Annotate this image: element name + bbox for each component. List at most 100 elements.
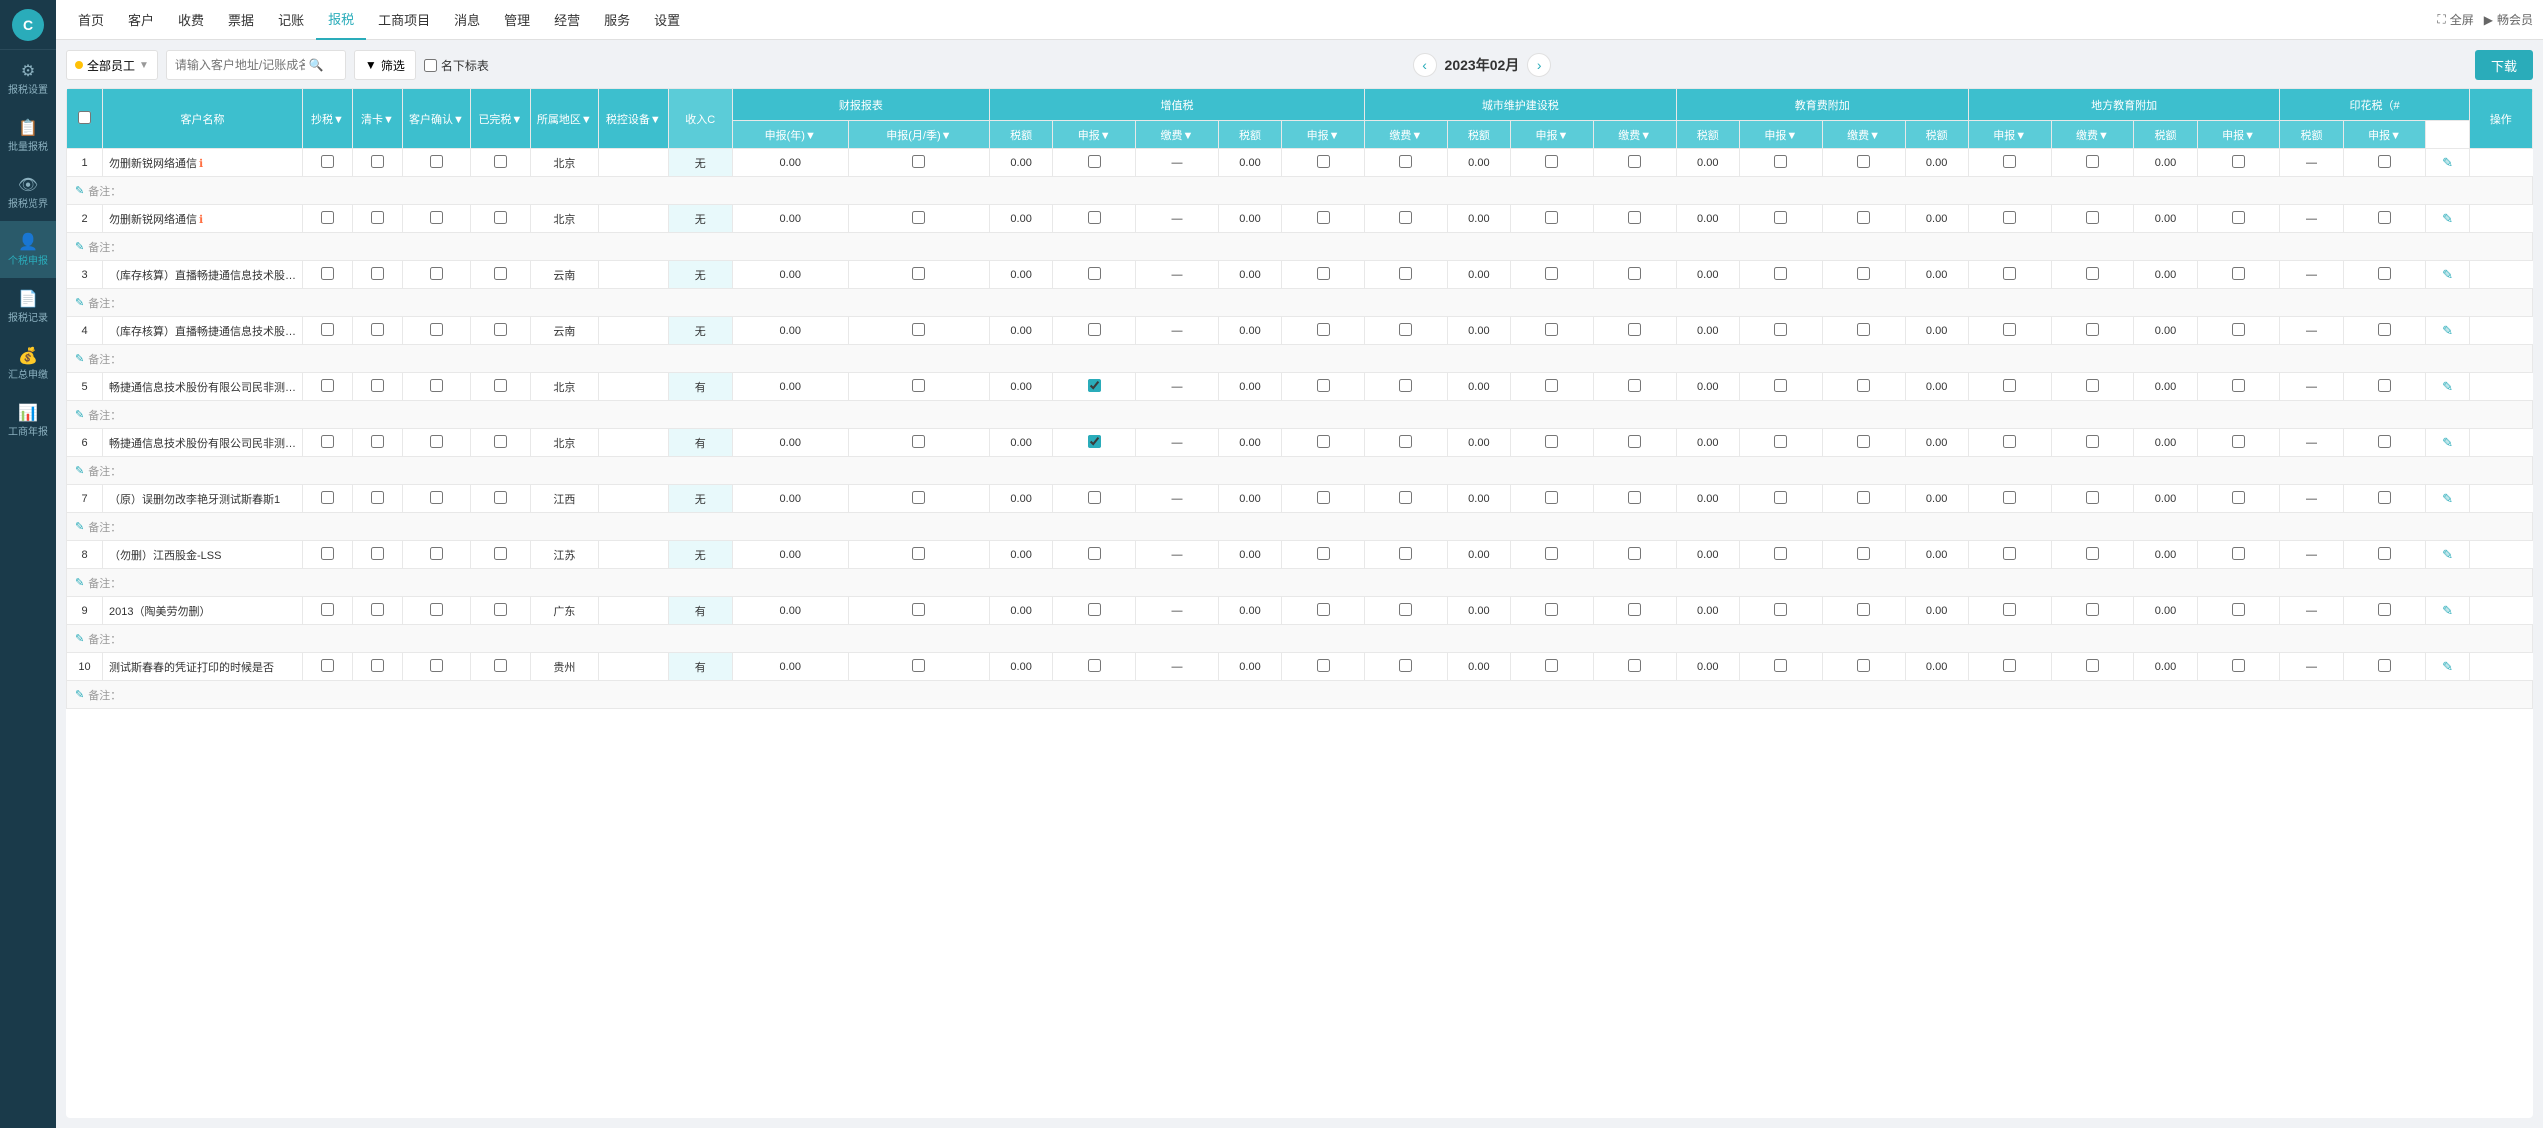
jiao-checkbox[interactable] — [1774, 491, 1787, 504]
edit-remark-icon[interactable]: ✎ — [75, 520, 84, 533]
cheng-shenbao-checkbox[interactable] — [1545, 603, 1558, 616]
difang-jiaofei-checkbox[interactable] — [2086, 659, 2099, 672]
edit-remark-icon[interactable]: ✎ — [75, 408, 84, 421]
kehu-checkbox[interactable] — [430, 659, 443, 672]
cheng-checkbox[interactable] — [1399, 603, 1412, 616]
difang-jiaofei-checkbox[interactable] — [2086, 603, 2099, 616]
difang2-checkbox[interactable] — [2232, 547, 2245, 560]
zeng-shenbao-checkbox[interactable] — [1088, 491, 1101, 504]
jiao-jiaofei-checkbox[interactable] — [1857, 491, 1870, 504]
sidebar-item-baoshui-lanjie[interactable]: 👁 报税览界 — [0, 164, 56, 221]
cheng-jiaofei2-checkbox[interactable] — [1628, 435, 1641, 448]
edit-icon[interactable]: ✎ — [2442, 547, 2453, 562]
kehu-checkbox[interactable] — [430, 267, 443, 280]
difang2-checkbox[interactable] — [2232, 379, 2245, 392]
yijibao-checkbox[interactable] — [494, 267, 507, 280]
cheng-jiaofei2-checkbox[interactable] — [1628, 379, 1641, 392]
caiwu-checkbox[interactable] — [912, 659, 925, 672]
member-btn[interactable]: ▶ 畅会员 — [2484, 11, 2533, 28]
yijibao-checkbox[interactable] — [494, 323, 507, 336]
nav-fuwu[interactable]: 服务 — [592, 0, 642, 40]
chaoshui-checkbox[interactable] — [321, 155, 334, 168]
yinhua-checkbox[interactable] — [2378, 323, 2391, 336]
jiao-checkbox[interactable] — [1774, 435, 1787, 448]
luoka-checkbox[interactable] — [371, 603, 384, 616]
zeng2-checkbox[interactable] — [1317, 155, 1330, 168]
nav-jingying[interactable]: 经营 — [542, 0, 592, 40]
difang-checkbox[interactable] — [2003, 211, 2016, 224]
jiao-checkbox[interactable] — [1774, 267, 1787, 280]
cheng-shenbao-checkbox[interactable] — [1545, 267, 1558, 280]
yinhua-checkbox[interactable] — [2378, 435, 2391, 448]
zeng2-checkbox[interactable] — [1317, 267, 1330, 280]
edit-icon[interactable]: ✎ — [2442, 323, 2453, 338]
difang-checkbox[interactable] — [2003, 547, 2016, 560]
cheng-jiaofei2-checkbox[interactable] — [1628, 323, 1641, 336]
chaoshui-checkbox[interactable] — [321, 547, 334, 560]
cheng-shenbao-checkbox[interactable] — [1545, 659, 1558, 672]
difang-checkbox[interactable] — [2003, 659, 2016, 672]
edit-remark-icon[interactable]: ✎ — [75, 632, 84, 645]
zeng-shenbao-checkbox[interactable] — [1088, 323, 1101, 336]
luoka-checkbox[interactable] — [371, 267, 384, 280]
chaoshui-checkbox[interactable] — [321, 435, 334, 448]
cheng-checkbox[interactable] — [1399, 491, 1412, 504]
kehu-checkbox[interactable] — [430, 491, 443, 504]
cheng-shenbao-checkbox[interactable] — [1545, 323, 1558, 336]
jiao-jiaofei-checkbox[interactable] — [1857, 603, 1870, 616]
filter-button[interactable]: ▼ 筛选 — [354, 50, 416, 80]
cheng-checkbox[interactable] — [1399, 435, 1412, 448]
yijibao-checkbox[interactable] — [494, 659, 507, 672]
yinhua-checkbox[interactable] — [2378, 547, 2391, 560]
yinhua-checkbox[interactable] — [2378, 491, 2391, 504]
jiao-jiaofei-checkbox[interactable] — [1857, 547, 1870, 560]
caiwu-checkbox[interactable] — [912, 379, 925, 392]
luoka-checkbox[interactable] — [371, 435, 384, 448]
kehu-checkbox[interactable] — [430, 435, 443, 448]
yijibao-checkbox[interactable] — [494, 547, 507, 560]
nav-piaoju[interactable]: 票据 — [216, 0, 266, 40]
zeng2-checkbox[interactable] — [1317, 435, 1330, 448]
chaoshui-checkbox[interactable] — [321, 211, 334, 224]
jiao-jiaofei-checkbox[interactable] — [1857, 379, 1870, 392]
edit-remark-icon[interactable]: ✎ — [75, 240, 84, 253]
difang2-checkbox[interactable] — [2232, 491, 2245, 504]
cheng-jiaofei2-checkbox[interactable] — [1628, 547, 1641, 560]
prev-month-button[interactable]: ‹ — [1413, 53, 1437, 77]
cheng-jiaofei2-checkbox[interactable] — [1628, 211, 1641, 224]
kehu-checkbox[interactable] — [430, 603, 443, 616]
zeng-shenbao-checkbox[interactable] — [1088, 435, 1101, 448]
caiwu-checkbox[interactable] — [912, 547, 925, 560]
name-tag-checkbox[interactable] — [424, 59, 437, 72]
zeng2-checkbox[interactable] — [1317, 491, 1330, 504]
difang-jiaofei-checkbox[interactable] — [2086, 435, 2099, 448]
caiwu-checkbox[interactable] — [912, 211, 925, 224]
kehu-checkbox[interactable] — [430, 323, 443, 336]
nav-kehu[interactable]: 客户 — [116, 0, 166, 40]
chaoshui-checkbox[interactable] — [321, 603, 334, 616]
cheng-jiaofei2-checkbox[interactable] — [1628, 267, 1641, 280]
nav-gongshang[interactable]: 工商项目 — [366, 0, 442, 40]
edit-remark-icon[interactable]: ✎ — [75, 576, 84, 589]
caiwu-checkbox[interactable] — [912, 491, 925, 504]
difang2-checkbox[interactable] — [2232, 603, 2245, 616]
edit-icon[interactable]: ✎ — [2442, 603, 2453, 618]
edit-icon[interactable]: ✎ — [2442, 155, 2453, 170]
chaoshui-checkbox[interactable] — [321, 491, 334, 504]
cheng-checkbox[interactable] — [1399, 547, 1412, 560]
difang2-checkbox[interactable] — [2232, 435, 2245, 448]
jiao-jiaofei-checkbox[interactable] — [1857, 267, 1870, 280]
caiwu-checkbox[interactable] — [912, 323, 925, 336]
cheng-checkbox[interactable] — [1399, 267, 1412, 280]
zeng-shenbao-checkbox[interactable] — [1088, 379, 1101, 392]
cheng-jiaofei2-checkbox[interactable] — [1628, 659, 1641, 672]
chaoshui-checkbox[interactable] — [321, 379, 334, 392]
sidebar-item-baoshui-jilu[interactable]: 📄 报税记录 — [0, 278, 56, 335]
difang2-checkbox[interactable] — [2232, 323, 2245, 336]
jiao-checkbox[interactable] — [1774, 323, 1787, 336]
difang-jiaofei-checkbox[interactable] — [2086, 155, 2099, 168]
cheng-shenbao-checkbox[interactable] — [1545, 547, 1558, 560]
nav-baoshui[interactable]: 报税 — [316, 0, 366, 40]
edit-icon[interactable]: ✎ — [2442, 211, 2453, 226]
yinhua-checkbox[interactable] — [2378, 659, 2391, 672]
